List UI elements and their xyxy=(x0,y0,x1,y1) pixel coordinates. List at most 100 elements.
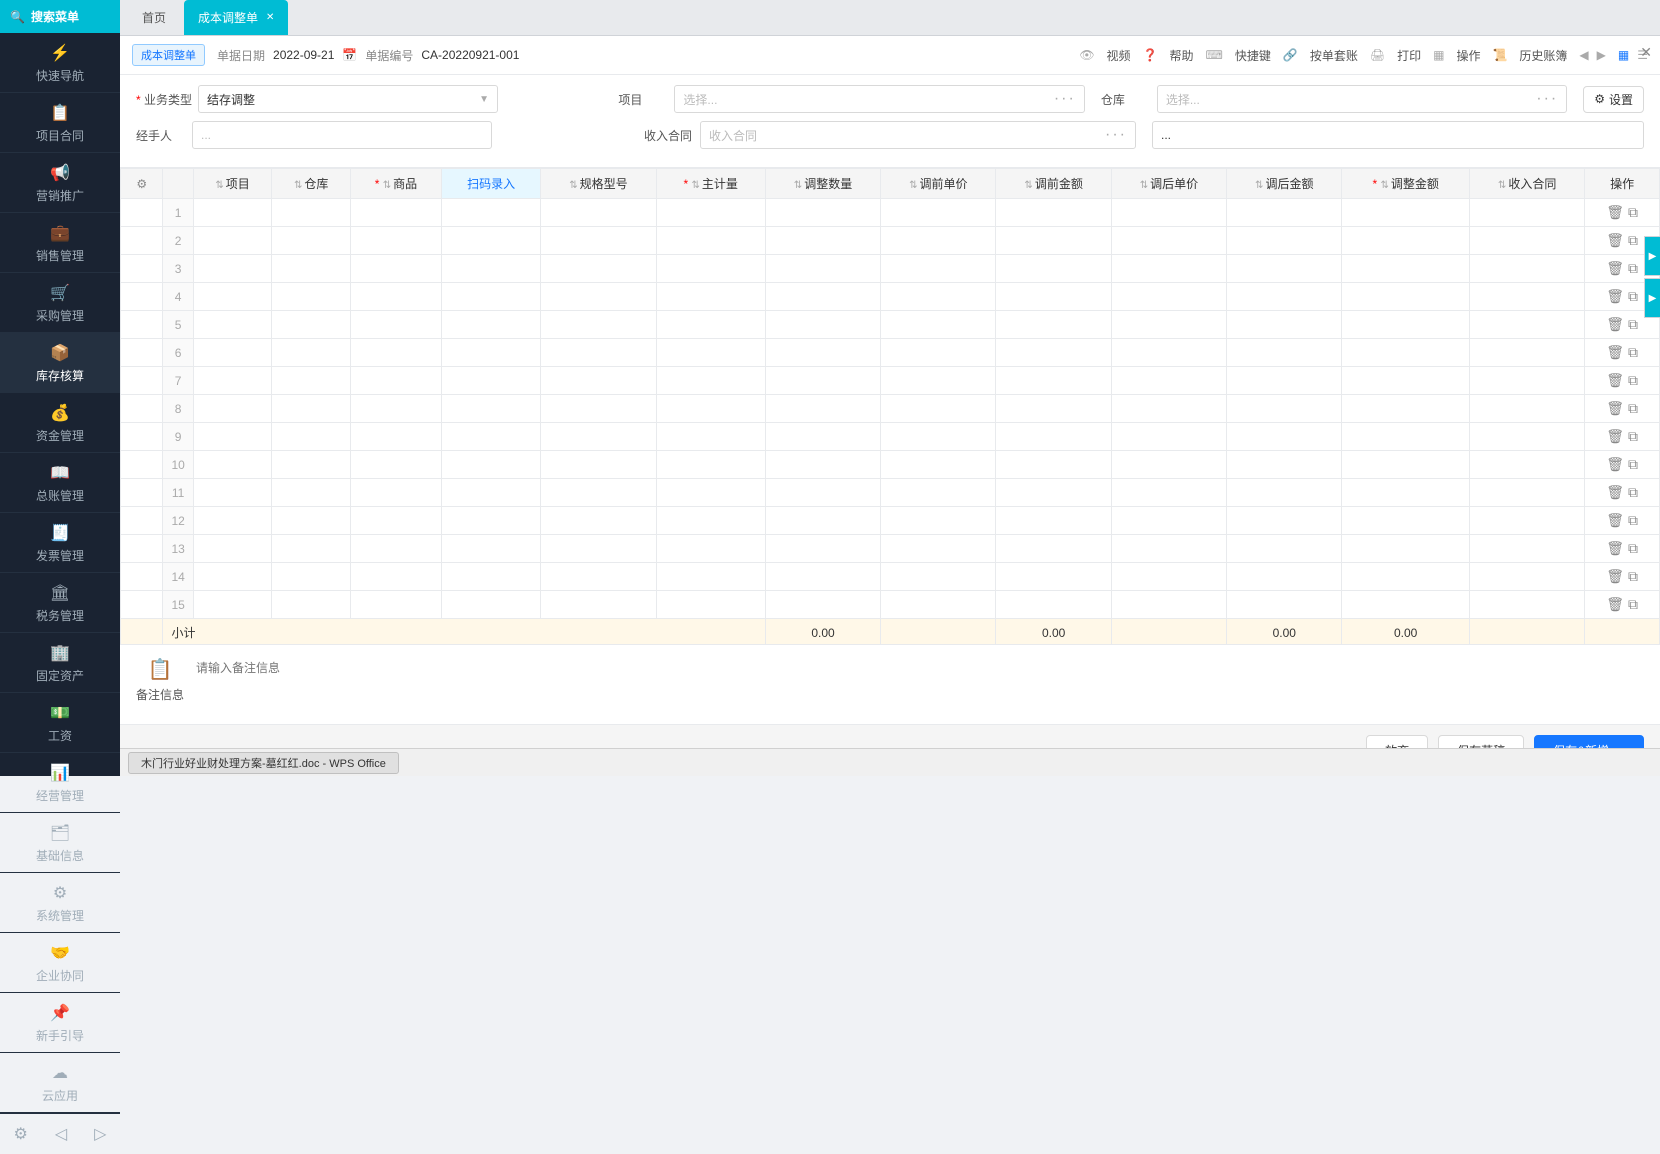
row-delete-icon-9[interactable]: 🗑 xyxy=(1606,428,1624,445)
income-contract-extra-value[interactable]: ... xyxy=(1152,121,1644,149)
row-delete-icon-7[interactable]: 🗑 xyxy=(1606,372,1624,389)
row-income-contract-4[interactable] xyxy=(1469,283,1584,311)
calendar-icon[interactable]: 📅 xyxy=(342,48,357,62)
row-prev-unit-price-6[interactable] xyxy=(881,339,996,367)
row-product-14[interactable] xyxy=(351,563,442,591)
row-unit-1[interactable] xyxy=(656,199,765,227)
income-contract-value[interactable]: 收入合同 ··· xyxy=(700,121,1136,149)
view-btn[interactable]: 视频 xyxy=(1103,45,1135,66)
row-prev-unit-price-11[interactable] xyxy=(881,479,996,507)
row-income-contract-5[interactable] xyxy=(1469,311,1584,339)
row-delete-icon-15[interactable]: 🗑 xyxy=(1606,596,1624,613)
row-after-unit-price-9[interactable] xyxy=(1111,423,1226,451)
row-prev-amount-10[interactable] xyxy=(996,451,1111,479)
row-adj-amount-1[interactable] xyxy=(1342,199,1470,227)
row-unit-15[interactable] xyxy=(656,591,765,619)
row-warehouse-3[interactable] xyxy=(272,255,351,283)
row-after-amount-2[interactable] xyxy=(1227,227,1342,255)
row-delete-icon-4[interactable]: 🗑 xyxy=(1606,288,1624,305)
sidebar-item-finance[interactable]: 💰 资金管理 xyxy=(0,393,120,453)
row-scan-11[interactable] xyxy=(441,479,540,507)
row-prev-amount-8[interactable] xyxy=(996,395,1111,423)
row-prev-unit-price-13[interactable] xyxy=(881,535,996,563)
row-adj-qty-13[interactable] xyxy=(765,535,880,563)
sidebar-item-sales-promo[interactable]: 📢 营销推广 xyxy=(0,153,120,213)
row-prev-unit-price-12[interactable] xyxy=(881,507,996,535)
row-warehouse-9[interactable] xyxy=(272,423,351,451)
row-spec-4[interactable] xyxy=(541,283,656,311)
row-prev-amount-9[interactable] xyxy=(996,423,1111,451)
row-spec-3[interactable] xyxy=(541,255,656,283)
row-adj-amount-15[interactable] xyxy=(1342,591,1470,619)
row-project-13[interactable] xyxy=(193,535,272,563)
row-project-5[interactable] xyxy=(193,311,272,339)
row-prev-amount-1[interactable] xyxy=(996,199,1111,227)
row-spec-6[interactable] xyxy=(541,339,656,367)
review-btn[interactable]: 按单套账 xyxy=(1306,45,1362,66)
warehouse-value[interactable]: 选择... ··· xyxy=(1157,85,1567,113)
grid-view-icon[interactable]: ▦ xyxy=(1618,48,1629,62)
row-after-amount-14[interactable] xyxy=(1227,563,1342,591)
row-prev-unit-price-4[interactable] xyxy=(881,283,996,311)
row-project-3[interactable] xyxy=(193,255,272,283)
sidebar-item-inventory[interactable]: 📦 库存核算 xyxy=(0,333,120,393)
row-prev-amount-15[interactable] xyxy=(996,591,1111,619)
row-prev-amount-14[interactable] xyxy=(996,563,1111,591)
row-prev-amount-4[interactable] xyxy=(996,283,1111,311)
row-delete-icon-2[interactable]: 🗑 xyxy=(1606,232,1624,249)
row-adj-qty-3[interactable] xyxy=(765,255,880,283)
actions-btn[interactable]: 操作 xyxy=(1452,45,1484,66)
col-scan-header[interactable]: 扫码录入 xyxy=(441,169,540,199)
row-after-amount-7[interactable] xyxy=(1227,367,1342,395)
row-warehouse-12[interactable] xyxy=(272,507,351,535)
row-after-unit-price-13[interactable] xyxy=(1111,535,1226,563)
row-product-5[interactable] xyxy=(351,311,442,339)
row-warehouse-8[interactable] xyxy=(272,395,351,423)
doc-close-btn[interactable]: ✕ xyxy=(1640,44,1652,61)
row-income-contract-2[interactable] xyxy=(1469,227,1584,255)
row-income-contract-7[interactable] xyxy=(1469,367,1584,395)
row-after-unit-price-7[interactable] xyxy=(1111,367,1226,395)
row-adj-qty-14[interactable] xyxy=(765,563,880,591)
sidebar-item-ledger[interactable]: 📖 总账管理 xyxy=(0,453,120,513)
row-after-amount-12[interactable] xyxy=(1227,507,1342,535)
row-copy-icon-12[interactable]: ⧉ xyxy=(1628,512,1638,529)
row-scan-15[interactable] xyxy=(441,591,540,619)
row-spec-2[interactable] xyxy=(541,227,656,255)
row-product-9[interactable] xyxy=(351,423,442,451)
row-project-15[interactable] xyxy=(193,591,272,619)
row-copy-icon-10[interactable]: ⧉ xyxy=(1628,456,1638,473)
row-after-unit-price-3[interactable] xyxy=(1111,255,1226,283)
row-adj-amount-13[interactable] xyxy=(1342,535,1470,563)
row-after-amount-15[interactable] xyxy=(1227,591,1342,619)
edge-tab-1[interactable]: ▶ xyxy=(1644,236,1660,276)
row-delete-icon-5[interactable]: 🗑 xyxy=(1606,316,1624,333)
row-scan-13[interactable] xyxy=(441,535,540,563)
row-after-unit-price-14[interactable] xyxy=(1111,563,1226,591)
sidebar-item-purchase-mgmt[interactable]: 🛒 采购管理 xyxy=(0,273,120,333)
row-delete-icon-1[interactable]: 🗑 xyxy=(1606,204,1624,221)
row-after-amount-4[interactable] xyxy=(1227,283,1342,311)
row-adj-qty-9[interactable] xyxy=(765,423,880,451)
row-adj-qty-2[interactable] xyxy=(765,227,880,255)
row-warehouse-7[interactable] xyxy=(272,367,351,395)
row-after-amount-8[interactable] xyxy=(1227,395,1342,423)
sidebar-item-basic-info[interactable]: 🗂 基础信息 xyxy=(0,813,120,873)
row-unit-7[interactable] xyxy=(656,367,765,395)
row-delete-icon-11[interactable]: 🗑 xyxy=(1606,484,1624,501)
row-prev-amount-5[interactable] xyxy=(996,311,1111,339)
row-copy-icon-1[interactable]: ⧉ xyxy=(1628,204,1638,221)
row-income-contract-11[interactable] xyxy=(1469,479,1584,507)
row-after-unit-price-8[interactable] xyxy=(1111,395,1226,423)
row-prev-unit-price-14[interactable] xyxy=(881,563,996,591)
row-spec-7[interactable] xyxy=(541,367,656,395)
row-unit-11[interactable] xyxy=(656,479,765,507)
sidebar-arrow-icon[interactable]: ◁ xyxy=(55,1124,67,1144)
row-adj-qty-15[interactable] xyxy=(765,591,880,619)
sidebar-item-tax[interactable]: 🏛 税务管理 xyxy=(0,573,120,633)
row-adj-amount-14[interactable] xyxy=(1342,563,1470,591)
row-adj-amount-8[interactable] xyxy=(1342,395,1470,423)
row-project-6[interactable] xyxy=(193,339,272,367)
row-adj-qty-12[interactable] xyxy=(765,507,880,535)
row-delete-icon-14[interactable]: 🗑 xyxy=(1606,568,1624,585)
